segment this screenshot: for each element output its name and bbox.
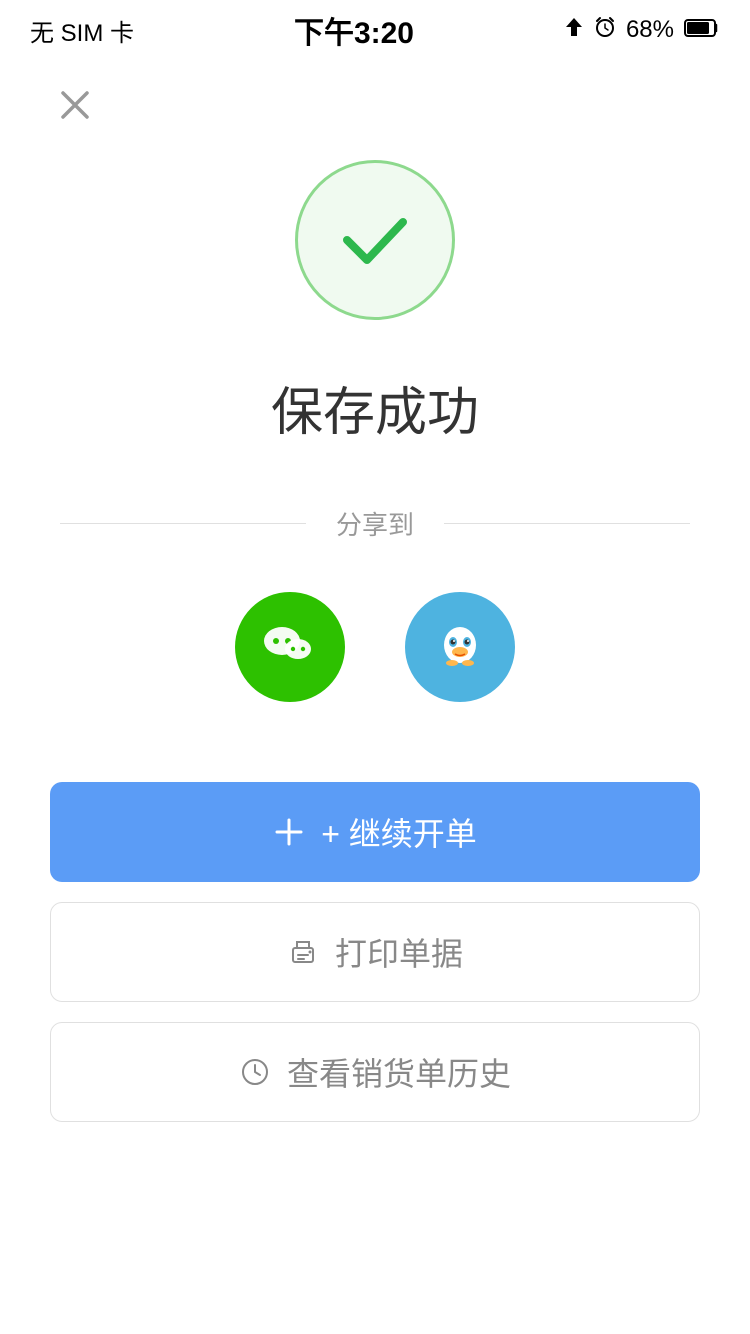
location-icon [564,16,584,44]
continue-order-button[interactable]: + 继续开单 [50,782,700,882]
alarm-icon [594,16,616,45]
sim-text: 无 SIM 卡 [30,13,134,48]
print-button[interactable]: 打印单据 [50,902,700,1002]
wechat-share-button[interactable] [235,592,345,702]
success-title: 保存成功 [271,370,479,445]
continue-order-label: + 继续开单 [321,809,477,855]
status-bar: 无 SIM 卡 下午3:20 68% [0,0,750,60]
status-left: 无 SIM 卡 [30,13,144,48]
qq-share-button[interactable] [405,592,515,702]
history-icon [239,1056,271,1088]
battery-icon [684,16,720,44]
status-right: 68% [564,16,720,45]
print-icon [287,936,319,968]
close-button[interactable] [50,80,100,130]
history-label: 查看销货单历史 [287,1049,511,1095]
success-icon-circle [295,160,455,320]
share-divider: 分享到 [0,505,750,542]
share-icons [235,592,515,702]
print-label: 打印单据 [335,929,463,975]
status-time: 下午3:20 [294,8,414,52]
share-label: 分享到 [306,505,444,542]
wechat-icon [260,617,320,677]
history-button[interactable]: 查看销货单历史 [50,1022,700,1122]
plus-icon [273,816,305,848]
battery-text: 68% [626,16,674,44]
checkmark-icon [335,200,415,280]
main-content: 保存成功 分享到 [0,60,750,1122]
qq-icon [430,617,490,677]
action-buttons: + 继续开单 打印单据 查看销货单历史 [0,782,750,1122]
